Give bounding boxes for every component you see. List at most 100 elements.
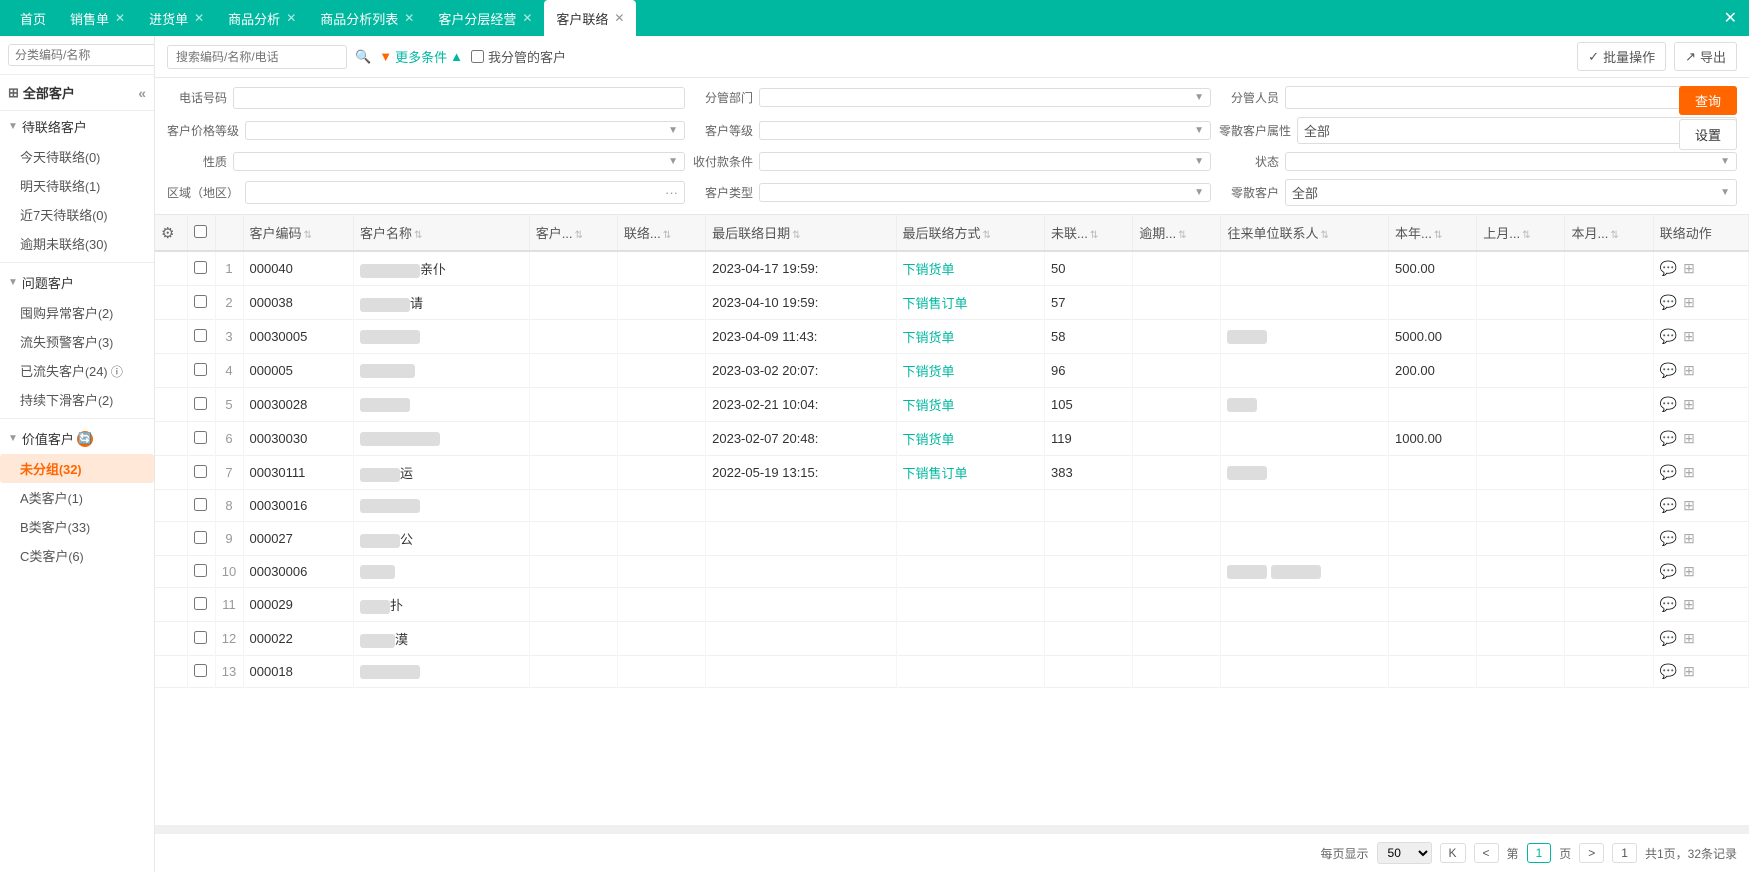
tab-home[interactable]: 首页 [8, 0, 58, 36]
sidebar-section-problem-title[interactable]: ▼ 问题客户 [0, 267, 154, 298]
grid-action-icon[interactable]: ⊞ [1683, 630, 1695, 647]
chat-icon[interactable]: 💬 [1660, 530, 1677, 547]
sidebar-item-7days[interactable]: 近7天待联络(0) [0, 200, 154, 229]
sidebar-item-class-c[interactable]: C类客户(6) [0, 541, 154, 570]
col-no-contact[interactable]: 未联...⇅ [1045, 215, 1133, 251]
settings-icon[interactable]: ⚙ [161, 225, 174, 242]
last-page-button[interactable]: 1 [1612, 843, 1637, 863]
first-page-button[interactable]: K [1440, 843, 1466, 863]
chat-icon[interactable]: 💬 [1660, 328, 1677, 345]
payment-select[interactable]: ▼ [759, 152, 1211, 171]
chat-icon[interactable]: 💬 [1660, 294, 1677, 311]
sidebar-section-value-title[interactable]: ▼ 价值客户 🔄 [0, 423, 154, 454]
grid-action-icon[interactable]: ⊞ [1683, 362, 1695, 379]
sidebar-item-tomorrow[interactable]: 明天待联络(1) [0, 171, 154, 200]
col-this-year[interactable]: 本年...⇅ [1389, 215, 1477, 251]
col-this-month[interactable]: 本月...⇅ [1565, 215, 1653, 251]
sidebar-item-abnormal[interactable]: 囤购异常客户(2) [0, 298, 154, 327]
dots-icon-region[interactable]: ··· [665, 185, 678, 200]
row-select-checkbox[interactable] [194, 597, 207, 610]
sidebar-search-input[interactable] [8, 44, 155, 66]
col-settings[interactable]: ⚙ [155, 215, 187, 251]
tab-product-analysis[interactable]: 商品分析 ✕ [216, 0, 308, 36]
customer-type-select[interactable]: ▼ [759, 183, 1211, 202]
price-level-select[interactable]: ▼ [245, 121, 685, 140]
customer-level-select[interactable]: ▼ [759, 121, 1211, 140]
last-method-link[interactable]: 下销货单 [903, 398, 955, 413]
dept-select[interactable]: ▼ [759, 88, 1211, 107]
tab-product-analysis-list[interactable]: 商品分析列表 ✕ [308, 0, 426, 36]
export-button[interactable]: ↗ 导出 [1674, 42, 1737, 71]
tab-purchase[interactable]: 进货单 ✕ [137, 0, 216, 36]
col-last-method[interactable]: 最后联络方式⇅ [896, 215, 1045, 251]
grid-action-icon[interactable]: ⊞ [1683, 294, 1695, 311]
col-customer-type[interactable]: 客户...⇅ [529, 215, 617, 251]
col-overdue[interactable]: 逾期...⇅ [1133, 215, 1221, 251]
last-method-link[interactable]: 下销货单 [903, 330, 955, 345]
chat-icon[interactable]: 💬 [1660, 464, 1677, 481]
tab-customer-contact-close[interactable]: ✕ [614, 11, 624, 25]
sidebar-item-class-a[interactable]: A类客户(1) [0, 483, 154, 512]
scatter-select[interactable]: 全部 ▼ [1285, 179, 1737, 206]
tab-customer-layer[interactable]: 客户分层经营 ✕ [426, 0, 544, 36]
query-button[interactable]: 查询 [1679, 86, 1737, 115]
row-select-checkbox[interactable] [194, 363, 207, 376]
grid-action-icon[interactable]: ⊞ [1683, 663, 1695, 680]
last-method-link[interactable]: 下销货单 [903, 262, 955, 277]
chat-icon[interactable]: 💬 [1660, 430, 1677, 447]
grid-action-icon[interactable]: ⊞ [1683, 328, 1695, 345]
grid-action-icon[interactable]: ⊞ [1683, 563, 1695, 580]
select-all-checkbox[interactable] [194, 225, 207, 238]
col-last-date[interactable]: 最后联络日期⇅ [706, 215, 896, 251]
person-select[interactable]: ··· [1285, 86, 1737, 109]
row-select-checkbox[interactable] [194, 498, 207, 511]
row-select-checkbox[interactable] [194, 329, 207, 342]
my-customers-checkbox-label[interactable]: 我分管的客户 [471, 47, 566, 66]
more-conditions-button[interactable]: ▼ 更多条件 ▲ [379, 47, 463, 66]
tab-product-analysis-list-close[interactable]: ✕ [404, 11, 414, 25]
tab-sales[interactable]: 销售单 ✕ [58, 0, 137, 36]
grid-action-icon[interactable]: ⊞ [1683, 497, 1695, 514]
chat-icon[interactable]: 💬 [1660, 596, 1677, 613]
prev-page-button[interactable]: < [1474, 843, 1499, 863]
next-page-button[interactable]: > [1579, 843, 1604, 863]
grid-action-icon[interactable]: ⊞ [1683, 596, 1695, 613]
row-select-checkbox[interactable] [194, 261, 207, 274]
row-select-checkbox[interactable] [194, 465, 207, 478]
col-contacts[interactable]: 往来单位联系人⇅ [1221, 215, 1389, 251]
tab-customer-layer-close[interactable]: ✕ [522, 11, 532, 25]
col-contact[interactable]: 联络...⇅ [617, 215, 705, 251]
sidebar-item-unclassified[interactable]: 未分组(32) [0, 454, 154, 483]
scatter-attr-select[interactable]: 全部 ▼ [1297, 117, 1737, 144]
tab-customer-contact[interactable]: 客户联络 ✕ [544, 0, 636, 36]
region-select[interactable]: ··· [245, 181, 685, 204]
grid-action-icon[interactable]: ⊞ [1683, 260, 1695, 277]
last-method-link[interactable]: 下销售订单 [903, 296, 968, 311]
status-select[interactable]: ▼ [1285, 152, 1737, 171]
row-select-checkbox[interactable] [194, 295, 207, 308]
sidebar-item-churned[interactable]: 已流失客户(24) ⓘ [0, 356, 154, 385]
per-page-select[interactable]: 50 20 100 [1377, 842, 1432, 864]
grid-action-icon[interactable]: ⊞ [1683, 464, 1695, 481]
grid-action-icon[interactable]: ⊞ [1683, 530, 1695, 547]
chat-icon[interactable]: 💬 [1660, 497, 1677, 514]
sidebar-item-declining[interactable]: 持续下滑客户(2) [0, 385, 154, 414]
chat-icon[interactable]: 💬 [1660, 663, 1677, 680]
row-select-checkbox[interactable] [194, 531, 207, 544]
batch-operation-button[interactable]: ✓ 批量操作 [1577, 42, 1666, 71]
reset-button[interactable]: 设置 [1679, 119, 1737, 150]
row-select-checkbox[interactable] [194, 397, 207, 410]
chat-icon[interactable]: 💬 [1660, 630, 1677, 647]
grid-action-icon[interactable]: ⊞ [1683, 430, 1695, 447]
row-select-checkbox[interactable] [194, 664, 207, 677]
sidebar-item-class-b[interactable]: B类客户(33) [0, 512, 154, 541]
sidebar-section-pending-title[interactable]: ▼ 待联络客户 [0, 111, 154, 142]
col-last-month[interactable]: 上月...⇅ [1477, 215, 1565, 251]
row-select-checkbox[interactable] [194, 564, 207, 577]
col-customer-code[interactable]: 客户编码⇅ [243, 215, 353, 251]
sidebar-item-overdue[interactable]: 逾期未联络(30) [0, 229, 154, 258]
grid-action-icon[interactable]: ⊞ [1683, 396, 1695, 413]
nature-select[interactable]: ▼ [233, 152, 685, 171]
chat-icon[interactable]: 💬 [1660, 260, 1677, 277]
my-customers-checkbox[interactable] [471, 50, 484, 63]
